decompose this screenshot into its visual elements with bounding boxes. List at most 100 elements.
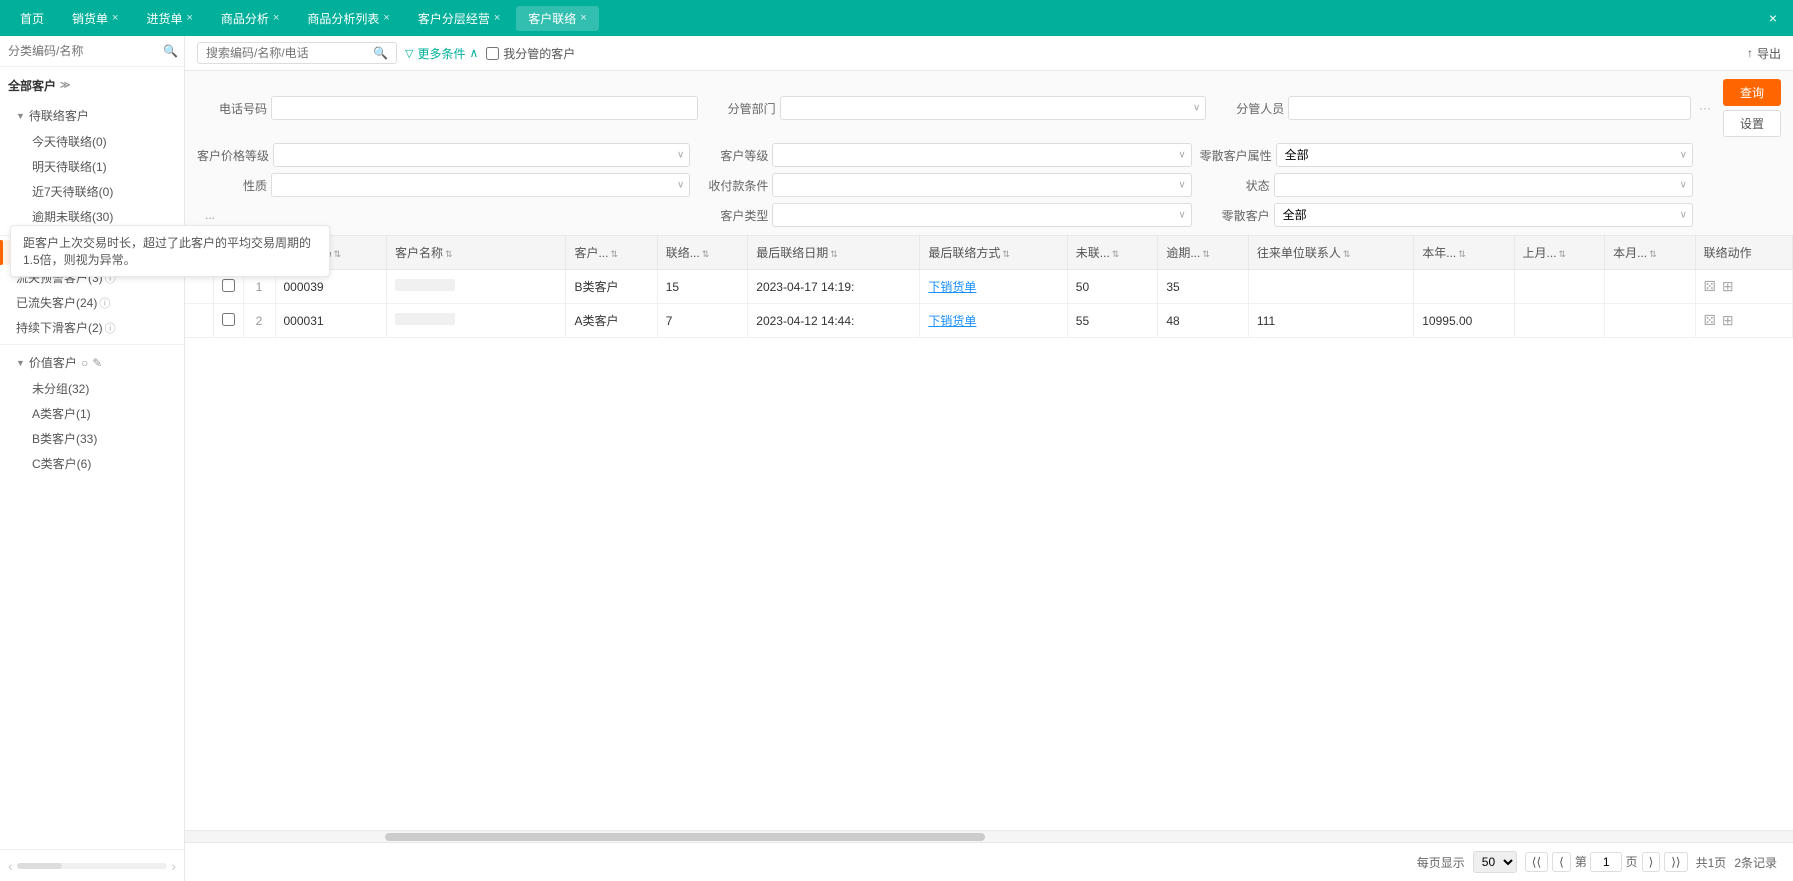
sidebar-scroll-right[interactable]: › <box>171 858 176 874</box>
query-button[interactable]: 查询 <box>1723 79 1781 106</box>
sort-icon-name[interactable]: ⇅ <box>445 249 453 259</box>
row1-select-checkbox[interactable] <box>222 279 235 292</box>
col-contact[interactable]: 联络...⇅ <box>657 236 748 270</box>
filter-price-grade-select[interactable] <box>273 143 690 167</box>
sidebar-item-unclassified[interactable]: 未分组(32) <box>0 376 184 401</box>
sort-icon-contact[interactable]: ⇅ <box>702 249 710 259</box>
row1-action-grid-icon[interactable]: ⊞ <box>1722 278 1734 295</box>
col-grade[interactable]: 客户...⇅ <box>566 236 657 270</box>
scrollbar-thumb[interactable] <box>385 833 985 841</box>
setting-button[interactable]: 设置 <box>1723 110 1781 137</box>
sort-icon-code[interactable]: ⇅ <box>334 249 342 259</box>
sort-icon-overdue[interactable]: ⇅ <box>1202 249 1210 259</box>
nav-close-product-list[interactable]: × <box>383 12 389 24</box>
sort-icon-unit-contact[interactable]: ⇅ <box>1343 249 1351 259</box>
nav-close-customer-contact[interactable]: × <box>580 12 586 24</box>
row1-contact: 15 <box>657 270 748 304</box>
sidebar-item-class-a[interactable]: A类客户(1) <box>0 401 184 426</box>
sidebar-item-today[interactable]: 今天待联络(0) <box>0 129 184 154</box>
sidebar-scroll-left[interactable]: ‹ <box>8 858 13 874</box>
nav-tab-sales[interactable]: 销货单 × <box>60 6 130 31</box>
row1-grade: B类客户 <box>566 270 657 304</box>
toolbar-search-icon[interactable]: 🔍 <box>373 46 388 60</box>
sidebar-item-class-b[interactable]: B类客户(33) <box>0 426 184 451</box>
row2-action-link-icon[interactable]: ⚄ <box>1704 312 1716 329</box>
sidebar-all-customers[interactable]: 全部客户 ≫ <box>0 71 184 100</box>
sidebar-item-class-c[interactable]: C类客户(6) <box>0 451 184 476</box>
filter-payment-select[interactable] <box>772 173 1191 197</box>
row1-action-link-icon[interactable]: ⚄ <box>1704 278 1716 295</box>
sort-icon-grade[interactable]: ⇅ <box>610 249 618 259</box>
sidebar-item-declining[interactable]: 持续下滑客户(2) ⓘ <box>0 315 184 340</box>
page-prev-btn[interactable]: ⟨ <box>1552 852 1571 872</box>
filter-dept-select[interactable] <box>780 96 1207 120</box>
sort-icon-method[interactable]: ⇅ <box>1002 249 1010 259</box>
filter-cust-type-select[interactable] <box>772 203 1191 227</box>
nav-tab-customer-segment[interactable]: 客户分层经营 × <box>406 6 512 31</box>
nav-close-product-analysis[interactable]: × <box>273 12 279 24</box>
sort-icon-last-month[interactable]: ⇅ <box>1559 249 1567 259</box>
col-this-year[interactable]: 本年...⇅ <box>1414 236 1514 270</box>
sidebar-edit-icon[interactable]: ✎ <box>92 356 102 370</box>
page-first-btn[interactable]: ⟨⟨ <box>1525 852 1548 872</box>
search-input[interactable] <box>206 46 373 60</box>
nav-close-purchase[interactable]: × <box>186 12 192 24</box>
filter-status-select[interactable] <box>1274 173 1693 197</box>
sidebar-collapse-icon[interactable]: ≫ <box>60 80 70 91</box>
sidebar-section-pending-title[interactable]: ▼ 待联络客户 <box>0 102 184 129</box>
filter-more-btn[interactable]: ... <box>197 208 223 222</box>
info-icon-declining[interactable]: ⓘ <box>105 320 116 336</box>
sidebar-edit-group-icon[interactable]: ○ <box>81 356 88 370</box>
nav-tab-customer-contact[interactable]: 客户联络 × <box>516 6 598 31</box>
col-last-contact-method[interactable]: 最后联络方式⇅ <box>920 236 1067 270</box>
col-last-month[interactable]: 上月...⇅ <box>1514 236 1605 270</box>
filter-cust-grade-select[interactable] <box>772 143 1191 167</box>
filter-person-input[interactable] <box>1288 96 1691 120</box>
col-unit-contact[interactable]: 往来单位联系人⇅ <box>1248 236 1413 270</box>
nav-tab-home[interactable]: 首页 <box>8 6 56 31</box>
nav-tab-product-analysis[interactable]: 商品分析 × <box>209 6 291 31</box>
sidebar-item-7days[interactable]: 近7天待联络(0) <box>0 179 184 204</box>
my-customer-checkbox-wrap[interactable]: 我分管的客户 <box>486 45 575 62</box>
nav-tab-purchase[interactable]: 进货单 × <box>134 6 204 31</box>
filter-phone-input[interactable] <box>271 96 698 120</box>
sidebar-item-tomorrow[interactable]: 明天待联络(1) <box>0 154 184 179</box>
filter-retail-select[interactable]: 全部 <box>1274 203 1693 227</box>
row1-last-month <box>1514 270 1605 304</box>
sidebar-search-icon[interactable]: 🔍 <box>163 44 178 58</box>
window-close-icon[interactable]: × <box>1761 6 1785 30</box>
filter-person-ellipsis[interactable]: ··· <box>1695 101 1715 115</box>
horizontal-scrollbar[interactable] <box>185 830 1793 842</box>
per-page-select[interactable]: 50 <box>1473 851 1517 873</box>
sort-icon-uncontacted[interactable]: ⇅ <box>1112 249 1120 259</box>
nav-tab-product-list[interactable]: 商品分析列表 × <box>295 6 401 31</box>
row2-action-grid-icon[interactable]: ⊞ <box>1722 312 1734 329</box>
row1-this-month <box>1605 270 1696 304</box>
col-overdue[interactable]: 逾期...⇅ <box>1158 236 1249 270</box>
page-nav: ⟨⟨ ⟨ 第 页 ⟩ ⟩⟩ <box>1525 852 1688 872</box>
row2-last-month <box>1514 304 1605 338</box>
current-page-input[interactable] <box>1590 852 1622 872</box>
export-btn[interactable]: ↑ 导出 <box>1747 45 1781 62</box>
row2-checkbox[interactable] <box>213 304 243 338</box>
nav-close-customer-segment[interactable]: × <box>494 12 500 24</box>
filter-cell-price-grade: 客户价格等级 ∨ <box>197 143 690 167</box>
nav-close-sales[interactable]: × <box>112 12 118 24</box>
info-icon-churned[interactable]: ⓘ <box>99 295 110 311</box>
sidebar-search-input[interactable] <box>8 44 163 58</box>
filter-gender-select[interactable] <box>271 173 690 197</box>
col-name[interactable]: 客户名称⇅ <box>387 236 566 270</box>
sort-icon-this-month[interactable]: ⇅ <box>1649 249 1657 259</box>
my-customer-checkbox[interactable] <box>486 47 499 60</box>
col-last-contact-date[interactable]: 最后联络日期⇅ <box>748 236 920 270</box>
sidebar-item-churned[interactable]: 已流失客户(24) ⓘ <box>0 290 184 315</box>
sort-icon-last-contact[interactable]: ⇅ <box>830 249 838 259</box>
col-this-month[interactable]: 本月...⇅ <box>1605 236 1696 270</box>
page-last-btn[interactable]: ⟩⟩ <box>1664 852 1687 872</box>
row2-select-checkbox[interactable] <box>222 313 235 326</box>
page-next-btn[interactable]: ⟩ <box>1642 852 1661 872</box>
col-uncontacted[interactable]: 未联...⇅ <box>1067 236 1158 270</box>
more-conditions-btn[interactable]: ▽ 更多条件 ∧ <box>405 45 478 62</box>
sort-icon-this-year[interactable]: ⇅ <box>1458 249 1466 259</box>
filter-retail-attr-select[interactable]: 全部 <box>1276 143 1693 167</box>
